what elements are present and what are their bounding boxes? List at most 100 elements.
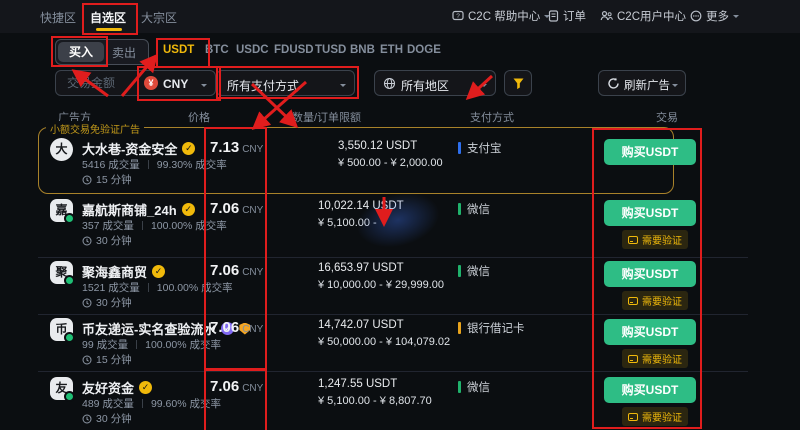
row-divider — [38, 314, 748, 315]
svg-text:?: ? — [456, 13, 460, 20]
coin-tab-tusd[interactable]: TUSD — [315, 44, 346, 56]
col-header-trade: 交易 — [656, 109, 678, 125]
coin-tab-doge[interactable]: DOGE — [407, 44, 441, 56]
link-orders[interactable]: 订单 — [548, 8, 586, 24]
completion-rate: 99.60% 成交率 — [151, 396, 221, 411]
coin-tab-usdc[interactable]: USDC — [236, 44, 269, 56]
region-filter[interactable]: 所有地区 — [374, 70, 496, 96]
verified-badge-icon — [182, 142, 195, 155]
payment-color-bar — [458, 381, 461, 393]
payment-color-bar — [458, 265, 461, 277]
chevron-down-icon — [481, 84, 487, 90]
payment-method-filter[interactable]: 所有支付方式 — [216, 70, 355, 96]
cny-coin-icon: ¥ — [144, 76, 158, 90]
funnel-icon — [512, 77, 525, 90]
clock-icon — [82, 298, 92, 308]
verified-badge-icon — [139, 381, 152, 394]
avatar[interactable]: 聚 — [50, 261, 73, 284]
id-card-icon — [628, 236, 638, 244]
online-dot — [64, 391, 75, 402]
id-card-icon — [628, 355, 638, 363]
avg-release-time: 15 分钟 — [96, 352, 132, 367]
merchant-name[interactable]: 友好资金 — [82, 378, 134, 397]
verification-required-badge: 需要验证 — [622, 230, 688, 249]
available-quantity: 14,742.07 USDT — [318, 319, 404, 331]
orders-count: 99 成交量 — [82, 337, 128, 352]
price: 7.06CNY — [210, 378, 263, 396]
coin-tab-eth[interactable]: ETH — [380, 44, 403, 56]
coin-tab-btc[interactable]: BTC — [205, 44, 229, 56]
avg-release-time: 30 分钟 — [96, 233, 132, 248]
chevron-down-icon — [733, 15, 739, 21]
more-icon — [690, 10, 702, 22]
buy-sell-toggle: 买入 卖出 — [55, 39, 149, 65]
orders-count: 5416 成交量 — [82, 157, 140, 172]
merchant-name[interactable]: 大水巷-资金安全 — [82, 139, 177, 158]
coin-tab-usdt[interactable]: USDT — [163, 44, 194, 56]
user-center-icon — [600, 10, 613, 22]
price: 7.06CNY — [210, 262, 263, 280]
advanced-filter-button[interactable] — [504, 70, 532, 96]
merchant-name[interactable]: 嘉航斯商铺_24h — [82, 200, 177, 219]
fiat-selector[interactable]: CNY — [163, 77, 188, 91]
help-center-icon: ? — [452, 10, 464, 22]
link-c2c-user-center[interactable]: C2C用户中心 — [600, 8, 686, 24]
col-header-price: 价格 — [188, 109, 210, 125]
buy-usdt-button[interactable]: 购买USDT — [604, 200, 696, 226]
clock-icon — [82, 355, 92, 365]
amount-fiat-control: ¥ CNY — [55, 70, 216, 96]
tab-self-selection-zone[interactable]: 自选区 — [90, 9, 126, 26]
globe-icon — [383, 77, 396, 90]
available-quantity: 16,653.97 USDT — [318, 262, 404, 274]
chevron-down-icon — [672, 84, 678, 90]
order-limit: ¥ 5,100.00 - ¥ 8,807.70 — [318, 395, 432, 407]
id-card-icon — [628, 413, 638, 421]
buy-tab[interactable]: 买入 — [58, 42, 104, 62]
completion-rate: 100.00% 成交率 — [145, 337, 221, 352]
merchant-name[interactable]: 聚海鑫商贸 — [82, 262, 147, 281]
payment-method: 支付宝 — [458, 140, 502, 156]
completion-rate: 100.00% 成交率 — [157, 280, 233, 295]
verified-badge-icon — [152, 265, 165, 278]
clock-icon — [82, 414, 92, 424]
avatar[interactable]: 友 — [50, 377, 73, 400]
available-quantity: 10,022.14 USDT — [318, 200, 404, 212]
link-c2c-help-center[interactable]: ? C2C 帮助中心 — [452, 8, 550, 24]
verification-required-badge: 需要验证 — [622, 407, 688, 426]
col-header-payment: 支付方式 — [470, 109, 514, 125]
row-divider — [38, 257, 748, 258]
orders-count: 1521 成交量 — [82, 280, 140, 295]
verified-badge-icon — [182, 203, 195, 216]
payment-color-bar — [458, 142, 461, 154]
price: 7.06CNY — [210, 200, 263, 218]
completion-rate: 100.00% 成交率 — [151, 218, 227, 233]
orders-count: 357 成交量 — [82, 218, 134, 233]
sell-tab[interactable]: 卖出 — [112, 44, 136, 61]
amount-input[interactable] — [65, 75, 139, 91]
buy-usdt-button[interactable]: 购买USDT — [604, 261, 696, 287]
avg-release-time: 15 分钟 — [96, 172, 132, 187]
buy-usdt-button[interactable]: 购买USDT — [604, 139, 696, 165]
buy-usdt-button[interactable]: 购买USDT — [604, 377, 696, 403]
avg-release-time: 30 分钟 — [96, 411, 132, 426]
promo-ad-tag: 小额交易免验证广告 — [46, 121, 144, 136]
chevron-down-icon — [340, 84, 346, 90]
avatar[interactable]: 币 — [50, 318, 73, 341]
available-quantity: 3,550.12 USDT — [338, 140, 417, 152]
payment-color-bar — [458, 203, 461, 215]
link-more[interactable]: 更多 — [690, 8, 739, 24]
tab-express-zone[interactable]: 快捷区 — [40, 9, 76, 26]
coin-tab-bnb[interactable]: BNB — [350, 44, 375, 56]
orders-count: 489 成交量 — [82, 396, 134, 411]
tab-block-zone[interactable]: 大宗区 — [141, 9, 177, 26]
avatar[interactable]: 大 — [50, 138, 73, 161]
col-header-quantity-limit: 数量/订单限额 — [292, 109, 361, 125]
coin-tab-fdusd[interactable]: FDUSD — [274, 44, 314, 56]
online-dot — [64, 213, 75, 224]
chevron-down-icon[interactable] — [201, 84, 207, 90]
avatar[interactable]: 嘉 — [50, 199, 73, 222]
refresh-ads-button[interactable]: 刷新广告 — [598, 70, 686, 96]
payment-color-bar — [458, 322, 461, 334]
merchant-name[interactable]: 币友递运-实名查验流水 — [82, 319, 216, 338]
buy-usdt-button[interactable]: 购买USDT — [604, 319, 696, 345]
